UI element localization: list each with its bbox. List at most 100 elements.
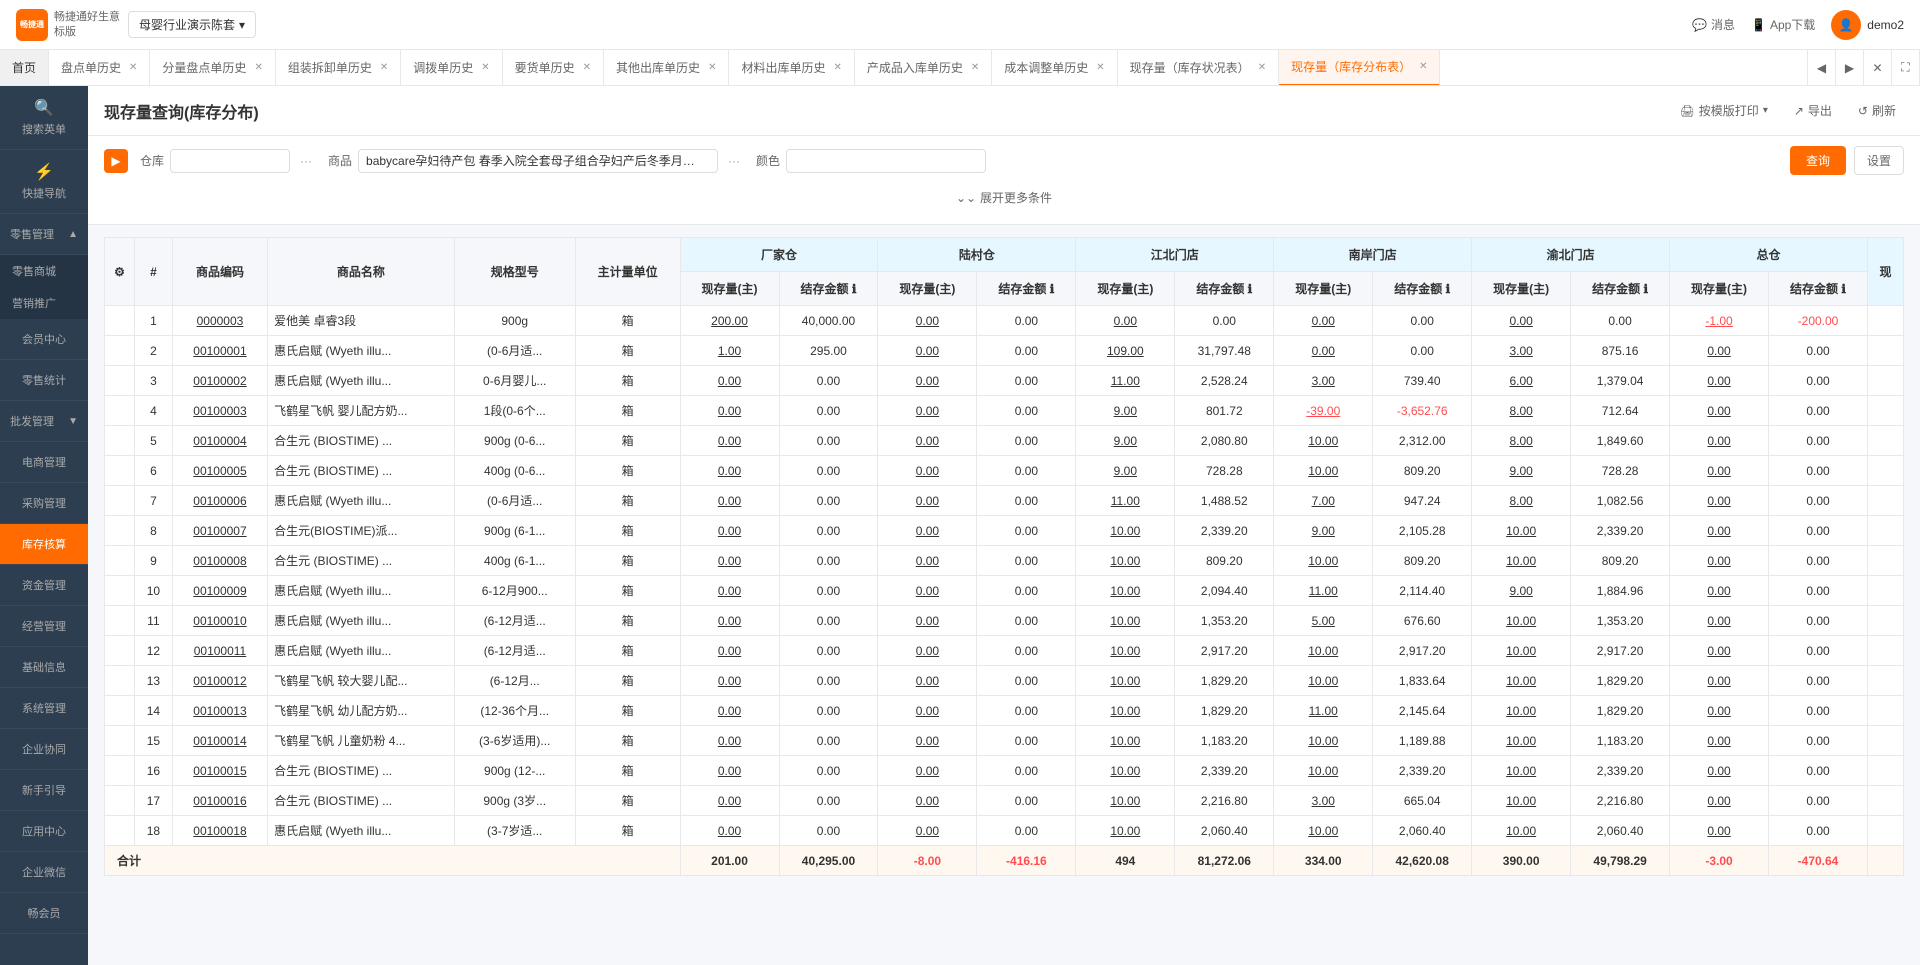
- row-nanan-qty[interactable]: -39.00: [1274, 396, 1373, 426]
- row-zongcang-qty[interactable]: 0.00: [1670, 666, 1769, 696]
- row-jiangbei-qty[interactable]: 10.00: [1076, 606, 1175, 636]
- row-code[interactable]: 00100014: [172, 726, 267, 756]
- row-nanan-qty[interactable]: 5.00: [1274, 606, 1373, 636]
- row-jiangbei-qty[interactable]: 0.00: [1076, 306, 1175, 336]
- row-code[interactable]: 00100004: [172, 426, 267, 456]
- row-nanan-qty[interactable]: 10.00: [1274, 456, 1373, 486]
- row-nanan-qty[interactable]: 10.00: [1274, 426, 1373, 456]
- product-input[interactable]: [358, 149, 718, 173]
- row-lucunco-qty[interactable]: 0.00: [878, 696, 977, 726]
- sidebar-item-operations[interactable]: 经营管理: [0, 606, 88, 647]
- row-code[interactable]: 00100010: [172, 606, 267, 636]
- expand-conditions-btn[interactable]: ⌄⌄ 展开更多条件: [948, 185, 1060, 210]
- row-changjiacao-qty[interactable]: 0.00: [680, 756, 779, 786]
- tab-kucun-dist[interactable]: 现存量（库存分布表） ✕: [1279, 50, 1440, 86]
- row-code[interactable]: 00100006: [172, 486, 267, 516]
- maximize-tab-btn[interactable]: ⛶: [1892, 50, 1920, 86]
- row-changjiacao-qty[interactable]: 200.00: [680, 306, 779, 336]
- row-code[interactable]: 00100002: [172, 366, 267, 396]
- warehouse-input[interactable]: [170, 149, 290, 173]
- tab-fenpandian[interactable]: 分量盘点单历史 ✕: [150, 50, 275, 86]
- close-tab-btn[interactable]: ✕: [1864, 50, 1892, 86]
- row-nanan-qty[interactable]: 0.00: [1274, 306, 1373, 336]
- close-icon[interactable]: ✕: [1258, 62, 1266, 73]
- row-yubei-qty[interactable]: 10.00: [1472, 786, 1571, 816]
- row-zongcang-qty[interactable]: 0.00: [1670, 426, 1769, 456]
- row-yubei-qty[interactable]: 6.00: [1472, 366, 1571, 396]
- row-code[interactable]: 00100008: [172, 546, 267, 576]
- row-nanan-qty[interactable]: 10.00: [1274, 756, 1373, 786]
- tab-yaohuo[interactable]: 要货单历史 ✕: [503, 50, 604, 86]
- close-icon[interactable]: ✕: [833, 62, 841, 73]
- row-jiangbei-qty[interactable]: 10.00: [1076, 756, 1175, 786]
- sidebar-item-retail-mall[interactable]: 零售商城: [0, 255, 88, 287]
- row-code[interactable]: 00100009: [172, 576, 267, 606]
- row-changjiacao-qty[interactable]: 0.00: [680, 696, 779, 726]
- row-zongcang-qty[interactable]: 0.00: [1670, 396, 1769, 426]
- color-input[interactable]: [786, 149, 986, 173]
- row-changjiacao-qty[interactable]: 0.00: [680, 606, 779, 636]
- row-nanan-qty[interactable]: 9.00: [1274, 516, 1373, 546]
- row-nanan-qty[interactable]: 10.00: [1274, 666, 1373, 696]
- row-changjiacao-qty[interactable]: 0.00: [680, 426, 779, 456]
- row-lucunco-qty[interactable]: 0.00: [878, 726, 977, 756]
- sidebar-item-basic-info[interactable]: 基础信息: [0, 647, 88, 688]
- row-jiangbei-qty[interactable]: 11.00: [1076, 486, 1175, 516]
- row-yubei-qty[interactable]: 10.00: [1472, 816, 1571, 846]
- tab-zuzhang[interactable]: 组装拆卸单历史 ✕: [276, 50, 401, 86]
- row-changjiacao-qty[interactable]: 0.00: [680, 366, 779, 396]
- collapse-btn[interactable]: ▶: [104, 149, 128, 173]
- row-lucunco-qty[interactable]: 0.00: [878, 666, 977, 696]
- sidebar-item-marketing[interactable]: 营销推广: [0, 287, 88, 319]
- row-jiangbei-qty[interactable]: 10.00: [1076, 546, 1175, 576]
- row-zongcang-qty[interactable]: 0.00: [1670, 336, 1769, 366]
- row-zongcang-qty[interactable]: 0.00: [1670, 606, 1769, 636]
- row-yubei-qty[interactable]: 10.00: [1472, 666, 1571, 696]
- row-nanan-qty[interactable]: 0.00: [1274, 336, 1373, 366]
- row-lucunco-qty[interactable]: 0.00: [878, 366, 977, 396]
- row-yubei-qty[interactable]: 10.00: [1472, 636, 1571, 666]
- next-tab-btn[interactable]: ▶: [1836, 50, 1864, 86]
- query-button[interactable]: 查询: [1790, 146, 1846, 175]
- row-code[interactable]: 00100001: [172, 336, 267, 366]
- row-lucunco-qty[interactable]: 0.00: [878, 816, 977, 846]
- close-icon[interactable]: ✕: [380, 62, 388, 73]
- row-code[interactable]: 0000003: [172, 306, 267, 336]
- row-jiangbei-qty[interactable]: 10.00: [1076, 636, 1175, 666]
- row-lucunco-qty[interactable]: 0.00: [878, 426, 977, 456]
- tab-liaochuku[interactable]: 材料出库单历史 ✕: [729, 50, 854, 86]
- row-code[interactable]: 00100003: [172, 396, 267, 426]
- sidebar-item-finance[interactable]: 资金管理: [0, 565, 88, 606]
- row-zongcang-qty[interactable]: 0.00: [1670, 546, 1769, 576]
- row-lucunco-qty[interactable]: 0.00: [878, 396, 977, 426]
- row-jiangbei-qty[interactable]: 9.00: [1076, 426, 1175, 456]
- row-yubei-qty[interactable]: 0.00: [1472, 306, 1571, 336]
- row-lucunco-qty[interactable]: 0.00: [878, 546, 977, 576]
- row-changjiacao-qty[interactable]: 0.00: [680, 456, 779, 486]
- row-yubei-qty[interactable]: 8.00: [1472, 426, 1571, 456]
- row-jiangbei-qty[interactable]: 11.00: [1076, 366, 1175, 396]
- row-code[interactable]: 00100018: [172, 816, 267, 846]
- row-jiangbei-qty[interactable]: 10.00: [1076, 516, 1175, 546]
- row-nanan-qty[interactable]: 10.00: [1274, 546, 1373, 576]
- row-zongcang-qty[interactable]: 0.00: [1670, 456, 1769, 486]
- row-zongcang-qty[interactable]: 0.00: [1670, 816, 1769, 846]
- warehouse-ellipsis-btn[interactable]: ···: [296, 150, 316, 172]
- row-yubei-qty[interactable]: 8.00: [1472, 396, 1571, 426]
- row-nanan-qty[interactable]: 3.00: [1274, 786, 1373, 816]
- row-nanan-qty[interactable]: 10.00: [1274, 636, 1373, 666]
- row-zongcang-qty[interactable]: 0.00: [1670, 636, 1769, 666]
- sidebar-item-vip[interactable]: 畅会员: [0, 893, 88, 934]
- row-nanan-qty[interactable]: 3.00: [1274, 366, 1373, 396]
- row-yubei-qty[interactable]: 10.00: [1472, 606, 1571, 636]
- row-nanan-qty[interactable]: 11.00: [1274, 576, 1373, 606]
- sidebar-item-guide[interactable]: 新手引导: [0, 770, 88, 811]
- sidebar-item-wholesale[interactable]: 批发管理 ▼: [0, 401, 88, 442]
- row-changjiacao-qty[interactable]: 0.00: [680, 486, 779, 516]
- prev-tab-btn[interactable]: ◀: [1808, 50, 1836, 86]
- row-code[interactable]: 00100015: [172, 756, 267, 786]
- row-yubei-qty[interactable]: 10.00: [1472, 756, 1571, 786]
- tab-diaob[interactable]: 调拨单历史 ✕: [401, 50, 502, 86]
- close-icon[interactable]: ✕: [1419, 61, 1427, 72]
- row-yubei-qty[interactable]: 3.00: [1472, 336, 1571, 366]
